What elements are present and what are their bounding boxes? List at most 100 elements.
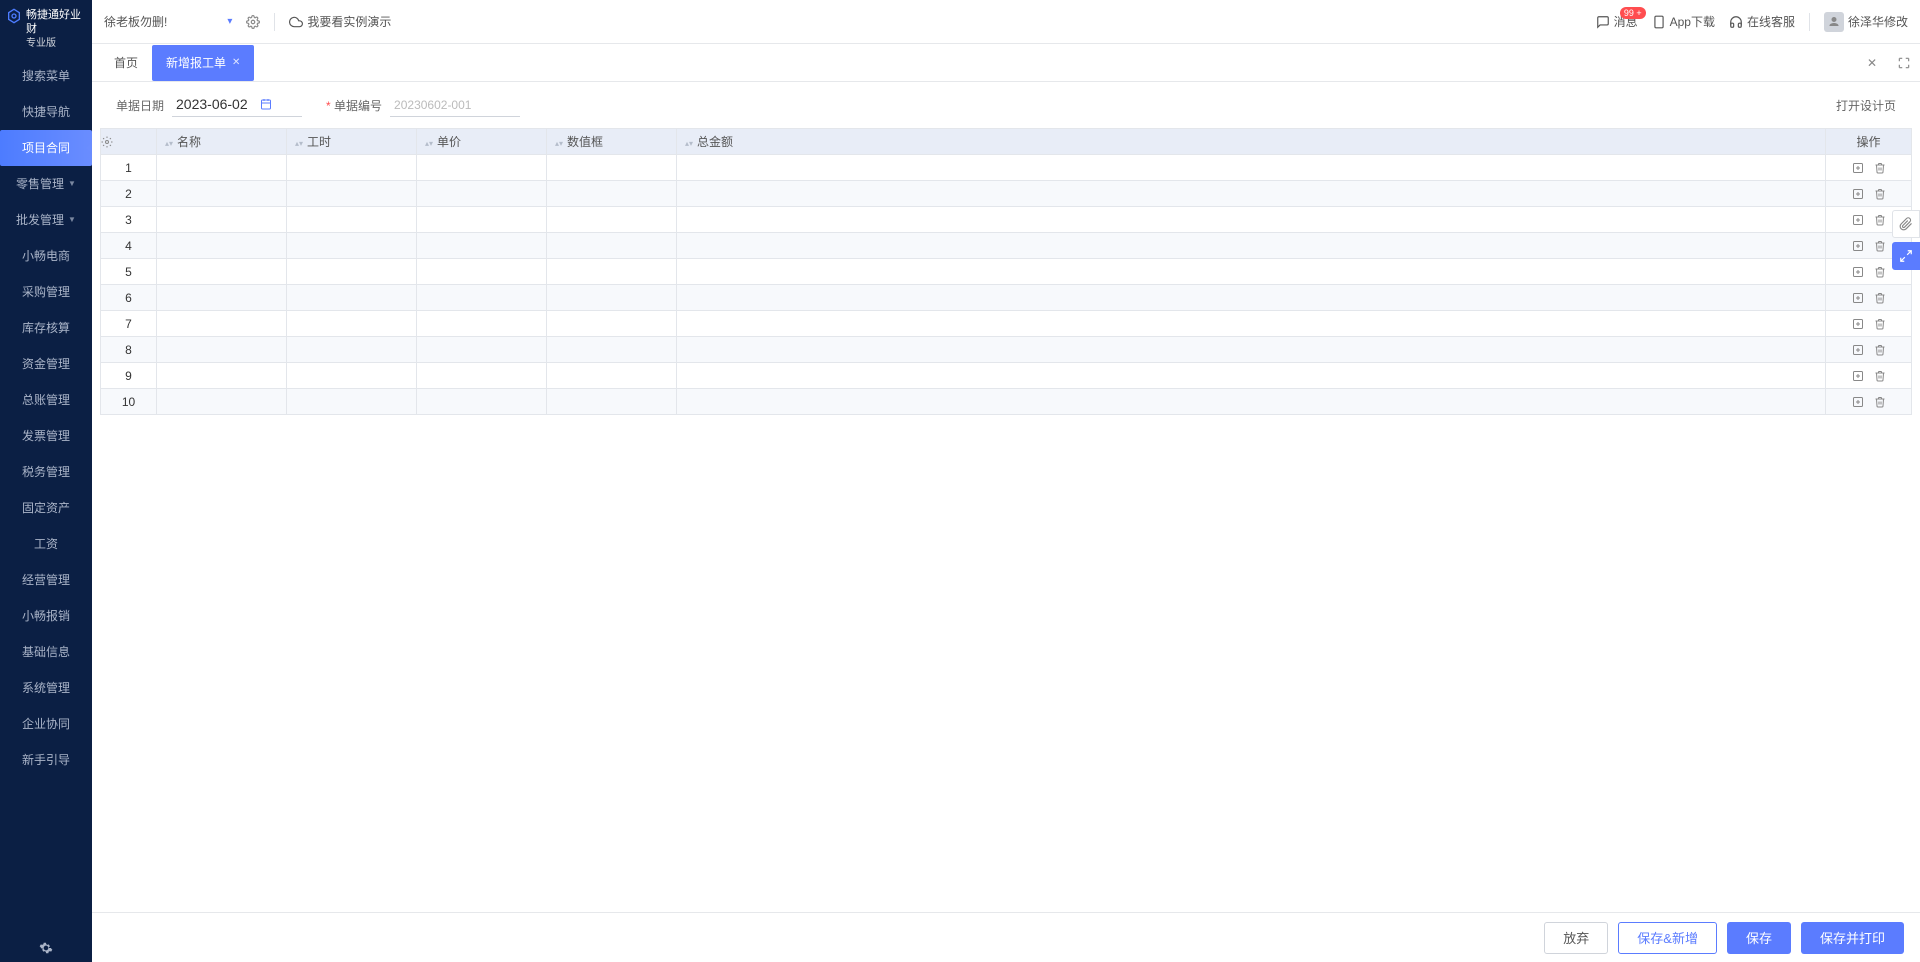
tab-home[interactable]: 首页 [100, 45, 152, 81]
sidebar-item-12[interactable]: 固定资产 [0, 490, 92, 526]
table-row[interactable]: 6 [101, 285, 1912, 311]
cell-amount[interactable] [677, 389, 1826, 415]
row-delete-icon[interactable] [1874, 240, 1886, 252]
code-input[interactable]: 20230602-001 [390, 94, 520, 117]
support-button[interactable]: 在线客服 [1729, 13, 1795, 30]
cell-num[interactable] [547, 389, 677, 415]
sidebar-item-16[interactable]: 基础信息 [0, 634, 92, 670]
table-row[interactable]: 9 [101, 363, 1912, 389]
cell-num[interactable] [547, 181, 677, 207]
row-delete-icon[interactable] [1874, 214, 1886, 226]
cell-amount[interactable] [677, 337, 1826, 363]
cell-hours[interactable] [287, 337, 417, 363]
row-delete-icon[interactable] [1874, 370, 1886, 382]
sidebar-item-10[interactable]: 发票管理 [0, 418, 92, 454]
cell-hours[interactable] [287, 259, 417, 285]
cell-hours[interactable] [287, 233, 417, 259]
cell-hours[interactable] [287, 181, 417, 207]
col-num[interactable]: ▴▾数值框 [547, 129, 677, 155]
row-add-icon[interactable] [1852, 370, 1864, 382]
cell-hours[interactable] [287, 207, 417, 233]
app-download-button[interactable]: App下载 [1652, 13, 1715, 30]
sidebar-item-5[interactable]: 小畅电商 [0, 238, 92, 274]
tenant-selector[interactable]: 徐老板勿删! ▾ [104, 13, 232, 30]
settings-icon[interactable] [246, 15, 260, 29]
cell-hours[interactable] [287, 389, 417, 415]
save-and-new-button[interactable]: 保存&新增 [1618, 922, 1717, 954]
table-row[interactable]: 8 [101, 337, 1912, 363]
col-settings[interactable] [101, 129, 157, 155]
cell-amount[interactable] [677, 233, 1826, 259]
cell-name[interactable] [157, 259, 287, 285]
row-add-icon[interactable] [1852, 318, 1864, 330]
row-add-icon[interactable] [1852, 188, 1864, 200]
cell-num[interactable] [547, 207, 677, 233]
table-row[interactable]: 4 [101, 233, 1912, 259]
expand-button[interactable] [1892, 242, 1920, 270]
cell-amount[interactable] [677, 207, 1826, 233]
cell-amount[interactable] [677, 155, 1826, 181]
cell-amount[interactable] [677, 285, 1826, 311]
sidebar-item-9[interactable]: 总账管理 [0, 382, 92, 418]
cell-num[interactable] [547, 363, 677, 389]
cell-num[interactable] [547, 259, 677, 285]
row-add-icon[interactable] [1852, 162, 1864, 174]
user-menu[interactable]: 徐泽华修改 [1824, 12, 1908, 32]
sidebar-item-18[interactable]: 企业协同 [0, 706, 92, 742]
row-add-icon[interactable] [1852, 266, 1864, 278]
sidebar-item-13[interactable]: 工资 [0, 526, 92, 562]
col-amount[interactable]: ▴▾总金额 [677, 129, 1826, 155]
cell-name[interactable] [157, 311, 287, 337]
fullscreen-button[interactable] [1888, 47, 1920, 79]
row-delete-icon[interactable] [1874, 318, 1886, 330]
row-delete-icon[interactable] [1874, 292, 1886, 304]
sidebar-item-3[interactable]: 零售管理▼ [0, 166, 92, 202]
sidebar-item-19[interactable]: 新手引导 [0, 742, 92, 778]
row-add-icon[interactable] [1852, 344, 1864, 356]
cell-price[interactable] [417, 181, 547, 207]
cell-price[interactable] [417, 311, 547, 337]
sidebar-item-11[interactable]: 税务管理 [0, 454, 92, 490]
cell-amount[interactable] [677, 311, 1826, 337]
col-price[interactable]: ▴▾单价 [417, 129, 547, 155]
cell-hours[interactable] [287, 311, 417, 337]
discard-button[interactable]: 放弃 [1544, 922, 1608, 954]
table-row[interactable]: 1 [101, 155, 1912, 181]
cell-price[interactable] [417, 389, 547, 415]
row-delete-icon[interactable] [1874, 396, 1886, 408]
cell-amount[interactable] [677, 181, 1826, 207]
open-designer-link[interactable]: 打开设计页 [1836, 97, 1896, 114]
sidebar-item-7[interactable]: 库存核算 [0, 310, 92, 346]
cell-name[interactable] [157, 389, 287, 415]
col-name[interactable]: ▴▾名称 [157, 129, 287, 155]
close-all-button[interactable]: ✕ [1856, 47, 1888, 79]
sidebar-item-15[interactable]: 小畅报销 [0, 598, 92, 634]
cell-price[interactable] [417, 155, 547, 181]
cell-num[interactable] [547, 311, 677, 337]
save-button[interactable]: 保存 [1727, 922, 1791, 954]
sidebar-item-1[interactable]: 快捷导航 [0, 94, 92, 130]
cell-num[interactable] [547, 285, 677, 311]
row-add-icon[interactable] [1852, 214, 1864, 226]
cell-hours[interactable] [287, 285, 417, 311]
cell-amount[interactable] [677, 363, 1826, 389]
row-delete-icon[interactable] [1874, 344, 1886, 356]
close-icon[interactable]: ✕ [232, 57, 240, 68]
demo-link[interactable]: 我要看实例演示 [289, 13, 391, 30]
cell-name[interactable] [157, 181, 287, 207]
cell-price[interactable] [417, 207, 547, 233]
row-add-icon[interactable] [1852, 396, 1864, 408]
cell-price[interactable] [417, 233, 547, 259]
row-add-icon[interactable] [1852, 292, 1864, 304]
save-and-print-button[interactable]: 保存并打印 [1801, 922, 1904, 954]
col-hours[interactable]: ▴▾工时 [287, 129, 417, 155]
sidebar-item-2[interactable]: 项目合同 [0, 130, 92, 166]
table-row[interactable]: 3 [101, 207, 1912, 233]
row-delete-icon[interactable] [1874, 162, 1886, 174]
cell-price[interactable] [417, 337, 547, 363]
row-delete-icon[interactable] [1874, 188, 1886, 200]
cell-name[interactable] [157, 233, 287, 259]
cell-name[interactable] [157, 155, 287, 181]
row-add-icon[interactable] [1852, 240, 1864, 252]
cell-num[interactable] [547, 337, 677, 363]
